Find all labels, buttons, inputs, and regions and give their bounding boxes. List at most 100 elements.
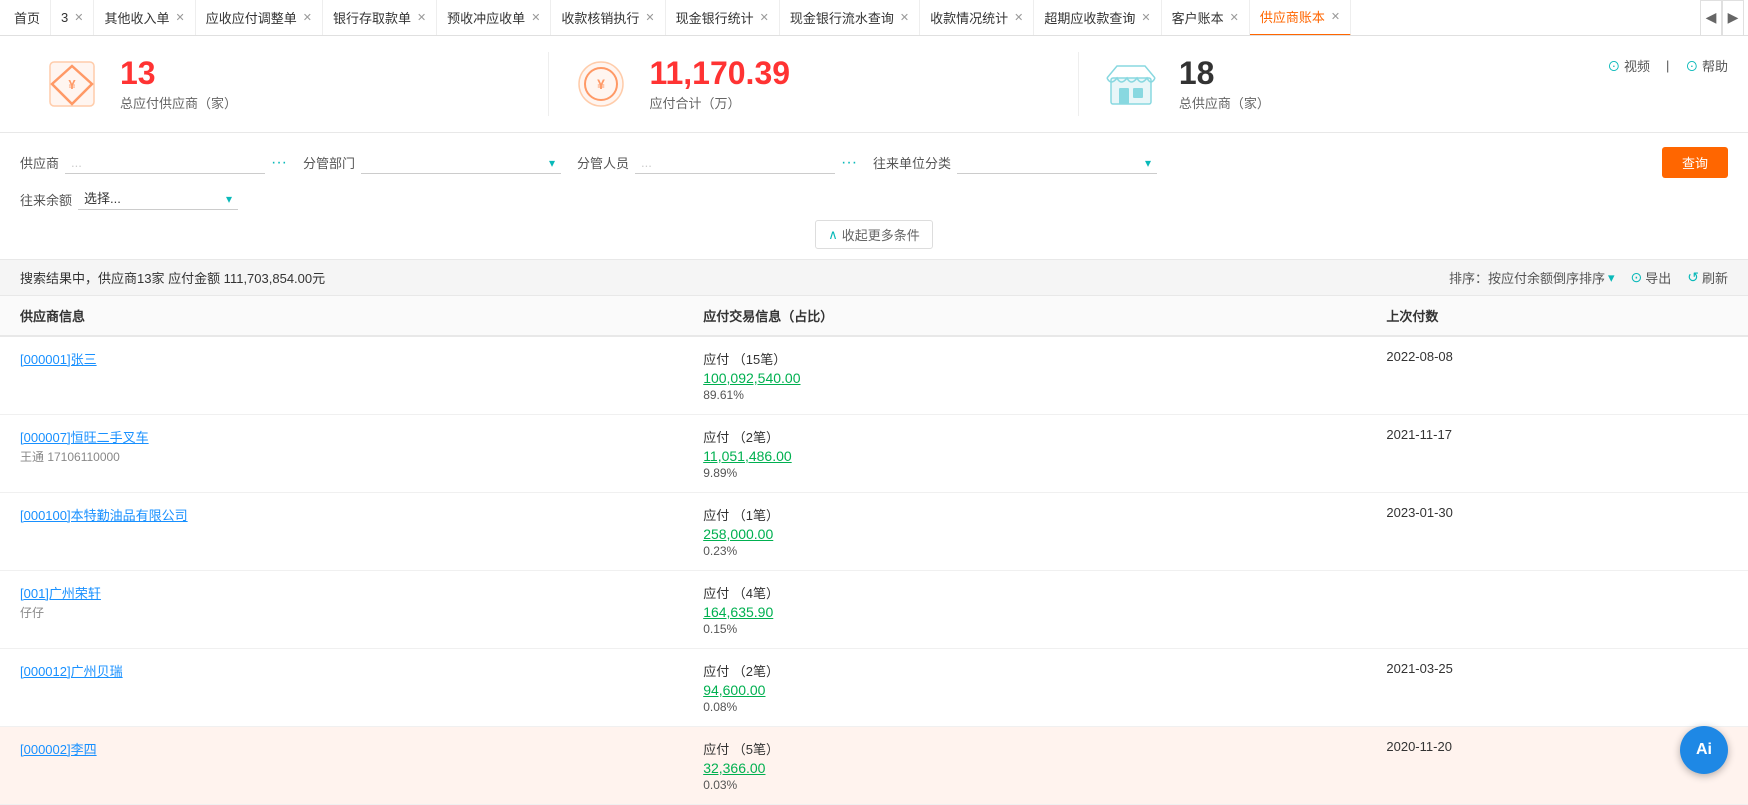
supplier-info-cell: [000012]广州贝瑞 bbox=[20, 661, 703, 680]
close-icon[interactable]: ✕ bbox=[1230, 11, 1239, 24]
last-pay-date: 2021-03-25 bbox=[1386, 661, 1453, 676]
tab-supplier-ledger[interactable]: 供应商账本 ✕ bbox=[1250, 0, 1351, 36]
supplier-link[interactable]: [000007]恒旺二手叉车 bbox=[20, 430, 149, 445]
tx-percent: 0.08% bbox=[703, 700, 1386, 714]
tx-percent: 89.61% bbox=[703, 388, 1386, 402]
filter-supplier: 供应商 ··· bbox=[20, 152, 287, 174]
ai-button[interactable]: Ai bbox=[1680, 726, 1728, 774]
tx-amount[interactable]: 164,635.90 bbox=[703, 604, 1386, 620]
collapse-button[interactable]: ∧ 收起更多条件 bbox=[815, 220, 933, 249]
person-input[interactable] bbox=[635, 152, 835, 174]
tx-amount[interactable]: 32,366.00 bbox=[703, 760, 1386, 776]
tab-other-income[interactable]: 其他收入单 ✕ bbox=[94, 0, 195, 36]
person-dots-icon[interactable]: ··· bbox=[841, 154, 857, 172]
tx-percent: 0.15% bbox=[703, 622, 1386, 636]
filter-category: 往来单位分类 bbox=[873, 152, 1157, 174]
result-bar: 搜索结果中，供应商13家 应付金额 111,703,854.00元 排序：按应付… bbox=[0, 260, 1748, 296]
tx-info-cell: 应付 （1笔） 258,000.00 0.23% bbox=[703, 505, 1386, 558]
close-icon[interactable]: ✕ bbox=[531, 11, 540, 24]
last-pay-cell: 2022-08-08 bbox=[1386, 349, 1728, 364]
nav-prev-arrow[interactable]: ◀ bbox=[1700, 0, 1722, 36]
refresh-button[interactable]: ↺ 刷新 bbox=[1687, 268, 1728, 287]
card-label-total-suppliers: 总供应商（家） bbox=[1179, 93, 1270, 112]
tab-customer-ledger[interactable]: 客户账本 ✕ bbox=[1162, 0, 1250, 36]
sort-button[interactable]: 排序：按应付余额倒序排序 ▾ bbox=[1449, 268, 1615, 287]
tab-bank-deposit[interactable]: 银行存取款单 ✕ bbox=[323, 0, 437, 36]
close-icon[interactable]: ✕ bbox=[900, 11, 909, 24]
tx-amount[interactable]: 100,092,540.00 bbox=[703, 370, 1386, 386]
filter-row-1: 供应商 ··· 分管部门 分管人员 ··· 往来单位分类 查询 bbox=[20, 147, 1728, 178]
last-pay-cell: 2023-01-30 bbox=[1386, 505, 1728, 520]
supplier-link[interactable]: [001]广州荣轩 bbox=[20, 586, 101, 601]
tx-amount[interactable]: 258,000.00 bbox=[703, 526, 1386, 542]
table-section: 供应商信息 应付交易信息（占比） 上次付数 [000001]张三 应付 （15笔… bbox=[0, 296, 1748, 805]
close-icon[interactable]: ✕ bbox=[1331, 10, 1340, 23]
card-number-payable-total: 11,170.39 bbox=[649, 57, 790, 89]
tab-3[interactable]: 3 ✕ bbox=[51, 0, 94, 36]
tx-label: 应付 （5笔） bbox=[703, 739, 1386, 758]
video-link[interactable]: ⊙ 视频 bbox=[1607, 56, 1650, 75]
filter-person: 分管人员 ··· bbox=[577, 152, 857, 174]
close-icon[interactable]: ✕ bbox=[1014, 11, 1023, 24]
balance-label: 往来余额 bbox=[20, 190, 72, 209]
card-icon-diamond: ¥ bbox=[40, 52, 104, 116]
supplier-link[interactable]: [000001]张三 bbox=[20, 352, 97, 367]
close-icon[interactable]: ✕ bbox=[760, 11, 769, 24]
last-pay-date: 2020-11-20 bbox=[1386, 739, 1452, 754]
help-link[interactable]: ⊙ 帮助 bbox=[1685, 56, 1728, 75]
supplier-dots-icon[interactable]: ··· bbox=[271, 154, 287, 172]
tx-info-cell: 应付 （5笔） 32,366.00 0.03% bbox=[703, 739, 1386, 792]
tab-receipt-stat[interactable]: 收款情况统计 ✕ bbox=[920, 0, 1034, 36]
close-icon[interactable]: ✕ bbox=[417, 11, 426, 24]
collapse-arrow-icon: ∧ bbox=[828, 227, 838, 243]
category-label: 往来单位分类 bbox=[873, 153, 951, 172]
supplier-info-cell: [000007]恒旺二手叉车 王通 17106110000 bbox=[20, 427, 703, 465]
query-button[interactable]: 查询 bbox=[1662, 147, 1728, 178]
balance-select[interactable]: 选择... bbox=[78, 188, 238, 210]
nav-next-arrow[interactable]: ▶ bbox=[1722, 0, 1744, 36]
supplier-info-cell: [001]广州荣轩 仔仔 bbox=[20, 583, 703, 621]
tab-overdue-ar[interactable]: 超期应收款查询 ✕ bbox=[1034, 0, 1161, 36]
export-icon: ⊙ bbox=[1631, 269, 1643, 286]
last-pay-date: 2021-11-17 bbox=[1386, 427, 1452, 442]
collapse-label: 收起更多条件 bbox=[842, 225, 920, 244]
tx-percent: 0.03% bbox=[703, 778, 1386, 792]
supplier-link[interactable]: [000012]广州贝瑞 bbox=[20, 664, 123, 679]
tab-receipt-verify[interactable]: 收款核销执行 ✕ bbox=[551, 0, 665, 36]
tx-info-cell: 应付 （2笔） 11,051,486.00 9.89% bbox=[703, 427, 1386, 480]
supplier-link[interactable]: [000002]李四 bbox=[20, 742, 97, 757]
tx-amount[interactable]: 94,600.00 bbox=[703, 682, 1386, 698]
refresh-label: 刷新 bbox=[1702, 268, 1728, 287]
card-content-total-suppliers: 18 总供应商（家） bbox=[1179, 57, 1270, 112]
tab-cash-bank-stat[interactable]: 现金银行统计 ✕ bbox=[666, 0, 780, 36]
tab-ar-ap-adjust[interactable]: 应收应付调整单 ✕ bbox=[196, 0, 323, 36]
card-content-payable-total: 11,170.39 应付合计（万） bbox=[649, 57, 790, 112]
category-select[interactable] bbox=[957, 152, 1157, 174]
supplier-sub: 王通 17106110000 bbox=[20, 448, 703, 465]
tab-advance-offset[interactable]: 预收冲应收单 ✕ bbox=[437, 0, 551, 36]
export-label: 导出 bbox=[1645, 268, 1671, 287]
table-row: [000001]张三 应付 （15笔） 100,092,540.00 89.61… bbox=[0, 337, 1748, 415]
close-icon[interactable]: ✕ bbox=[175, 11, 184, 24]
table-body: [000001]张三 应付 （15笔） 100,092,540.00 89.61… bbox=[0, 337, 1748, 805]
balance-select-wrap: 选择... bbox=[78, 188, 238, 210]
tab-cash-bank-flow[interactable]: 现金银行流水查询 ✕ bbox=[780, 0, 920, 36]
summary-section: ¥ 13 总应付供应商（家） ¥ 11,170.39 应付合计（万） bbox=[0, 36, 1748, 133]
supplier-link[interactable]: [000100]本特勤油品有限公司 bbox=[20, 508, 188, 523]
filter-balance: 往来余额 选择... bbox=[20, 188, 238, 210]
table-row: [000012]广州贝瑞 应付 （2笔） 94,600.00 0.08% 202… bbox=[0, 649, 1748, 727]
close-icon[interactable]: ✕ bbox=[303, 11, 312, 24]
export-button[interactable]: ⊙ 导出 bbox=[1631, 268, 1672, 287]
dept-select[interactable] bbox=[361, 152, 561, 174]
last-pay-cell: 2021-03-25 bbox=[1386, 661, 1728, 676]
tab-home[interactable]: 首页 bbox=[4, 0, 51, 36]
tx-amount[interactable]: 11,051,486.00 bbox=[703, 448, 1386, 464]
close-icon[interactable]: ✕ bbox=[1141, 11, 1150, 24]
sort-label: 排序：按应付余额倒序排序 bbox=[1449, 268, 1605, 287]
top-nav: 首页 3 ✕ 其他收入单 ✕ 应收应付调整单 ✕ 银行存取款单 ✕ 预收冲应收单… bbox=[0, 0, 1748, 36]
close-icon[interactable]: ✕ bbox=[645, 11, 654, 24]
supplier-info-cell: [000100]本特勤油品有限公司 bbox=[20, 505, 703, 524]
last-pay-date: 2023-01-30 bbox=[1386, 505, 1453, 520]
close-icon[interactable]: ✕ bbox=[74, 11, 83, 24]
supplier-input[interactable] bbox=[65, 152, 265, 174]
